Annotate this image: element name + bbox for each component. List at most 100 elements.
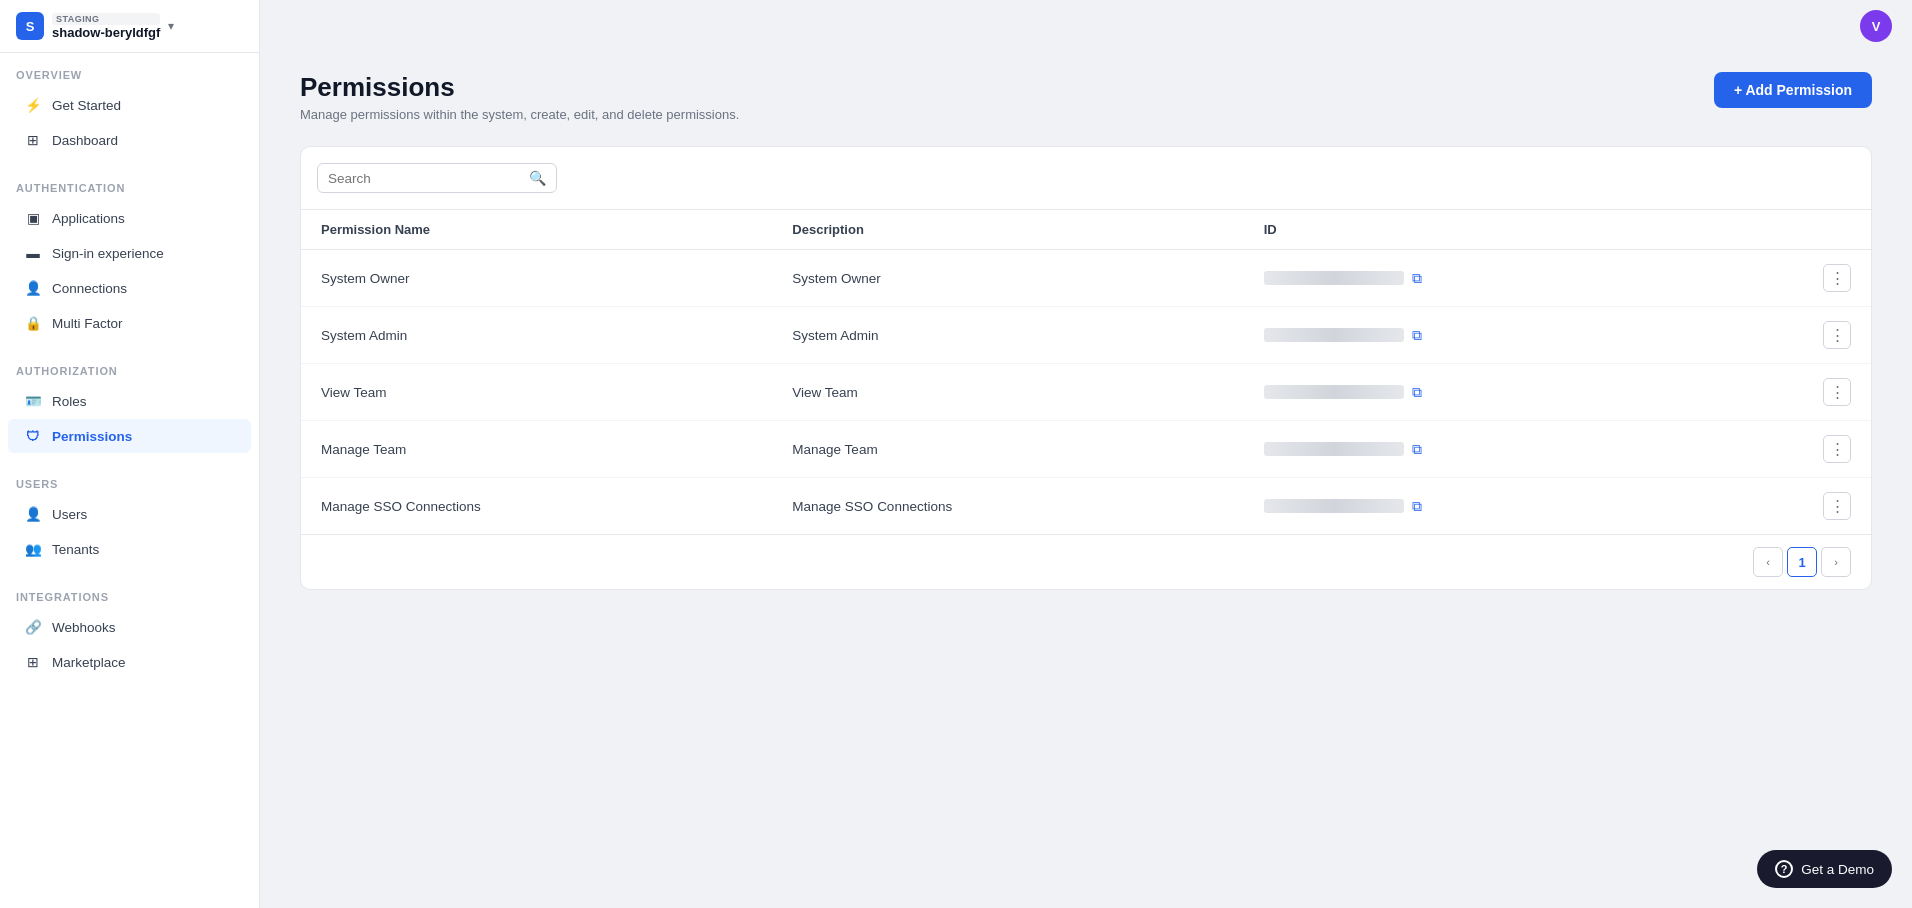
- sidebar-item-label-connections: Connections: [52, 281, 127, 296]
- sidebar-item-get-started[interactable]: ⚡ Get Started: [8, 88, 251, 122]
- section-label-authorization: AUTHORIZATION: [0, 365, 259, 383]
- add-permission-button[interactable]: + Add Permission: [1714, 72, 1872, 108]
- sidebar-item-label-dashboard: Dashboard: [52, 133, 118, 148]
- demo-icon: ?: [1775, 860, 1793, 878]
- sidebar-item-sign-in-experience[interactable]: ▬Sign-in experience: [8, 236, 251, 270]
- brand-info: STAGING shadow-beryldfgf: [52, 13, 160, 40]
- sidebar-item-multi-factor[interactable]: 🔒Multi Factor: [8, 306, 251, 340]
- shield-icon: 🛡: [24, 427, 42, 445]
- section-label-users: USERS: [0, 478, 259, 496]
- section-authentication: AUTHENTICATION ▣ Applications ▬Sign-in expe…: [0, 166, 259, 349]
- row-0-actions: ⋮: [1711, 250, 1871, 307]
- sidebar-item-label-users: Users: [52, 507, 87, 522]
- sidebar-item-tenants[interactable]: 👥 Tenants: [8, 532, 251, 566]
- sidebar-item-label-marketplace: Marketplace: [52, 655, 126, 670]
- apps-icon: ▣: [24, 209, 42, 227]
- row-2-description: View Team: [772, 364, 1243, 421]
- table-row: View TeamView Team⧉⋮: [301, 364, 1871, 421]
- sidebar-item-webhooks[interactable]: 🔗Webhooks: [8, 610, 251, 644]
- row-2-actions: ⋮: [1711, 364, 1871, 421]
- page-title: Permissions: [300, 72, 739, 103]
- sidebar-item-label-tenants: Tenants: [52, 542, 99, 557]
- page-title-section: Permissions Manage permissions within th…: [300, 72, 739, 122]
- demo-label: Get a Demo: [1801, 862, 1874, 877]
- row-4-actions: ⋮: [1711, 478, 1871, 535]
- section-overview: OVERVIEW ⚡ Get Started ⊞ Dashboard: [0, 53, 259, 166]
- pagination: ‹ 1 ›: [301, 534, 1871, 589]
- sidebar-item-roles[interactable]: 🪪 Roles: [8, 384, 251, 418]
- monitor-icon: ▬: [24, 244, 42, 262]
- row-3-actions: ⋮: [1711, 421, 1871, 478]
- table-head: Permission Name Description ID: [301, 210, 1871, 250]
- permissions-table: Permission Name Description ID System Ow…: [301, 210, 1871, 534]
- row-1-actions: ⋮: [1711, 307, 1871, 364]
- bolt-icon: ⚡: [24, 96, 42, 114]
- page-subtitle: Manage permissions within the system, cr…: [300, 107, 739, 122]
- page-1-button[interactable]: 1: [1787, 547, 1817, 577]
- prev-page-button[interactable]: ‹: [1753, 547, 1783, 577]
- brand-name: shadow-beryldfgf: [52, 25, 160, 40]
- sidebar-item-label-get-started: Get Started: [52, 98, 121, 113]
- brand-selector[interactable]: S STAGING shadow-beryldfgf ▾: [16, 12, 174, 40]
- section-label-overview: OVERVIEW: [0, 69, 259, 87]
- more-actions-button[interactable]: ⋮: [1823, 321, 1851, 349]
- avatar[interactable]: V: [1860, 10, 1892, 42]
- copy-icon[interactable]: ⧉: [1412, 327, 1422, 344]
- sidebar-nav: OVERVIEW ⚡ Get Started ⊞ Dashboard AUTHENTICA…: [0, 53, 259, 688]
- sidebar-item-label-webhooks: Webhooks: [52, 620, 116, 635]
- copy-icon[interactable]: ⧉: [1412, 270, 1422, 287]
- more-actions-button[interactable]: ⋮: [1823, 264, 1851, 292]
- sidebar-item-label-applications: Applications: [52, 211, 125, 226]
- more-actions-button[interactable]: ⋮: [1823, 435, 1851, 463]
- sidebar-item-marketplace[interactable]: ⊞ Marketplace: [8, 645, 251, 679]
- section-integrations: INTEGRATIONS🔗Webhooks⊞Marketplace: [0, 575, 259, 688]
- person-icon: 👤: [24, 279, 42, 297]
- col-actions: [1711, 210, 1871, 250]
- lock-icon: 🔒: [24, 314, 42, 332]
- page-content: Permissions Manage permissions within th…: [260, 52, 1912, 908]
- page-header: Permissions Manage permissions within th…: [300, 72, 1872, 122]
- row-3-name: Manage Team: [301, 421, 772, 478]
- sidebar-item-dashboard[interactable]: ⊞ Dashboard: [8, 123, 251, 157]
- copy-icon[interactable]: ⧉: [1412, 498, 1422, 515]
- copy-icon[interactable]: ⧉: [1412, 441, 1422, 458]
- id-card-icon: 🪪: [24, 392, 42, 410]
- grid-icon: ⊞: [24, 131, 42, 149]
- more-actions-button[interactable]: ⋮: [1823, 378, 1851, 406]
- permissions-table-card: 🔍 Permission Name Description ID System …: [300, 146, 1872, 590]
- col-permission-name: Permission Name: [301, 210, 772, 250]
- sidebar-item-label-roles: Roles: [52, 394, 87, 409]
- search-input[interactable]: [328, 171, 525, 186]
- sidebar-header: S STAGING shadow-beryldfgf ▾: [0, 0, 259, 53]
- sidebar-item-connections[interactable]: 👤 Connections: [8, 271, 251, 305]
- row-1-id-value: [1264, 328, 1404, 342]
- row-2-id-value: [1264, 385, 1404, 399]
- search-icon: 🔍: [529, 170, 546, 186]
- get-demo-button[interactable]: ? Get a Demo: [1757, 850, 1892, 888]
- row-3-id-value: [1264, 442, 1404, 456]
- table-row: System OwnerSystem Owner⧉⋮: [301, 250, 1871, 307]
- sidebar-item-permissions[interactable]: 🛡Permissions: [8, 419, 251, 453]
- chevron-down-icon: ▾: [168, 19, 174, 33]
- row-4-id-value: [1264, 499, 1404, 513]
- row-0-id: ⧉: [1244, 250, 1711, 307]
- table-toolbar: 🔍: [301, 147, 1871, 210]
- row-4-id: ⧉: [1244, 478, 1711, 535]
- next-page-button[interactable]: ›: [1821, 547, 1851, 577]
- more-actions-button[interactable]: ⋮: [1823, 492, 1851, 520]
- table-body: System OwnerSystem Owner⧉⋮System AdminSy…: [301, 250, 1871, 535]
- section-label-authentication: AUTHENTICATION: [0, 182, 259, 200]
- table-row: System AdminSystem Admin⧉⋮: [301, 307, 1871, 364]
- row-3-description: Manage Team: [772, 421, 1243, 478]
- persons-icon: 👥: [24, 540, 42, 558]
- row-2-id: ⧉: [1244, 364, 1711, 421]
- topbar: V: [260, 0, 1912, 52]
- row-0-name: System Owner: [301, 250, 772, 307]
- brand-tag: STAGING: [52, 13, 160, 25]
- sidebar-item-applications[interactable]: ▣ Applications: [8, 201, 251, 235]
- section-users: USERS👤Users 👥 Tenants: [0, 462, 259, 575]
- grid-icon: ⊞: [24, 653, 42, 671]
- row-1-id: ⧉: [1244, 307, 1711, 364]
- sidebar-item-users[interactable]: 👤Users: [8, 497, 251, 531]
- copy-icon[interactable]: ⧉: [1412, 384, 1422, 401]
